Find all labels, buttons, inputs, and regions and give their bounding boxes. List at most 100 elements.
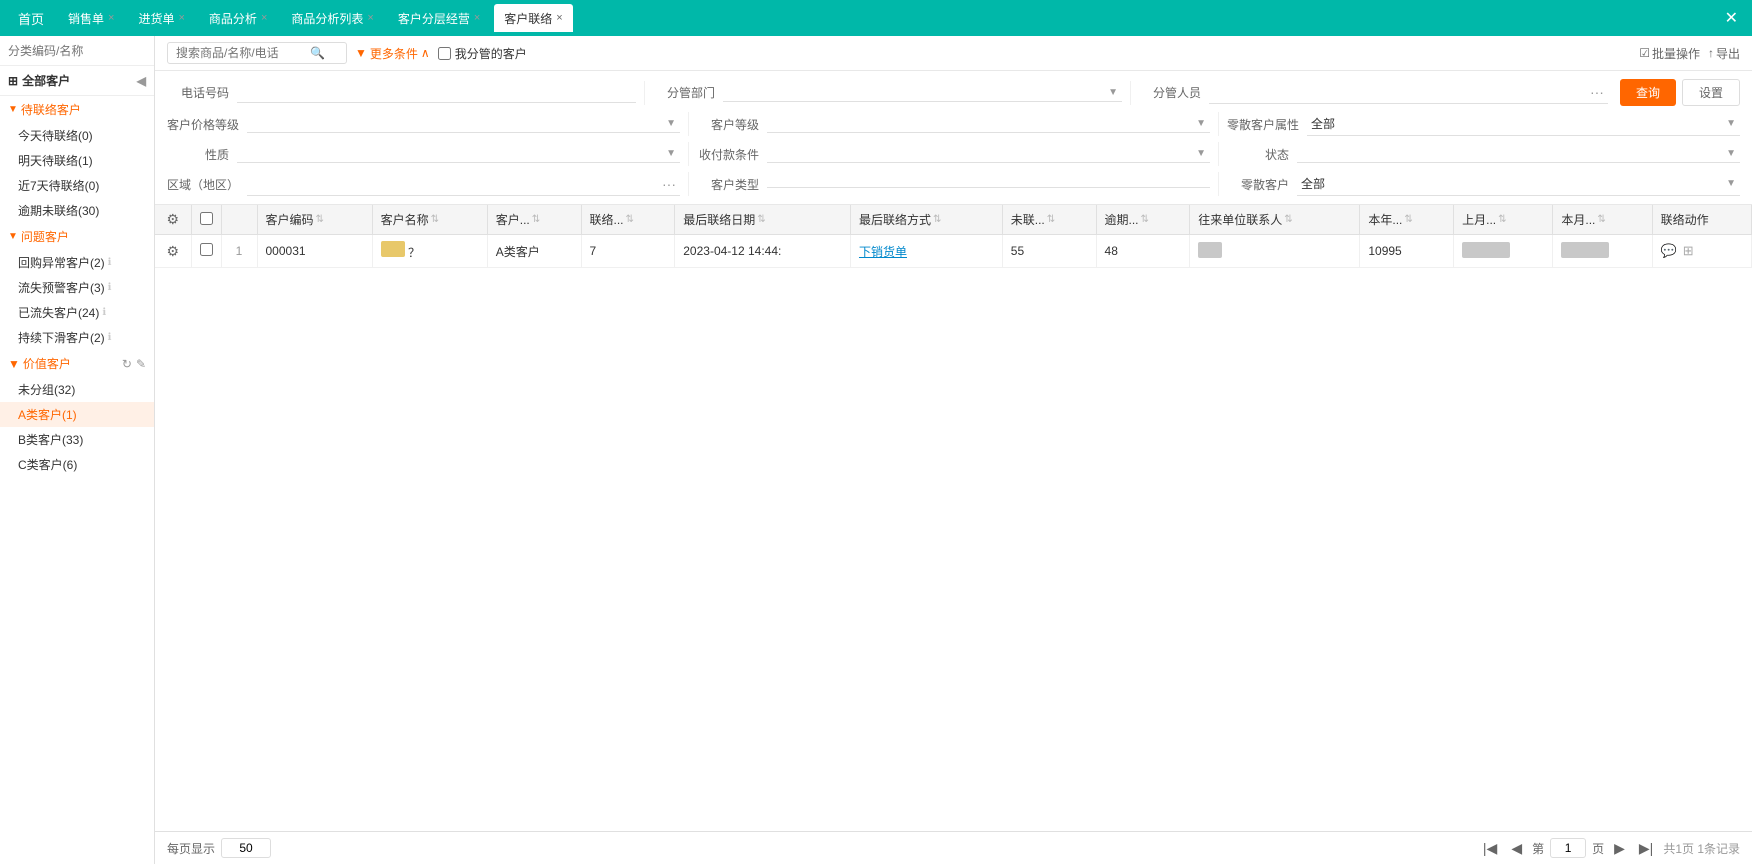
row-gear-icon[interactable]: ⚙ bbox=[166, 243, 179, 259]
row-checkbox[interactable] bbox=[200, 243, 213, 256]
overdue-sort-icon[interactable]: ⇅ bbox=[1141, 214, 1149, 225]
close-customer-tier-icon[interactable]: × bbox=[474, 12, 480, 24]
status-select[interactable]: ▼ bbox=[1297, 145, 1740, 163]
dept-select[interactable]: ▼ bbox=[723, 84, 1122, 102]
pay-cond-select[interactable]: ▼ bbox=[767, 145, 1210, 163]
sidebar-item-churned[interactable]: 已流失客户(24) ℹ bbox=[0, 300, 154, 325]
sidebar-search-input[interactable] bbox=[8, 44, 155, 58]
more-filters-btn[interactable]: ▼ 更多条件 ∧ bbox=[355, 45, 430, 62]
sidebar-item-class-c[interactable]: C类客户(6) bbox=[0, 452, 154, 477]
sidebar-item-churn-warning[interactable]: 流失预警客户(3) ℹ bbox=[0, 275, 154, 300]
region-select[interactable]: ··· bbox=[247, 173, 680, 196]
my-customers-checkbox-label[interactable]: 我分管的客户 bbox=[438, 45, 527, 62]
row-last-month-cell bbox=[1454, 235, 1553, 268]
last-month-color bbox=[1462, 242, 1510, 258]
last-method-link[interactable]: 下销货单 bbox=[859, 245, 907, 259]
close-customer-contact-icon[interactable]: × bbox=[556, 12, 562, 24]
nav-tab-salesorder[interactable]: 销售单 × bbox=[58, 4, 124, 32]
advanced-filter: 电话号码 分管部门 ▼ 分管人员 ··· bbox=[155, 71, 1752, 205]
row-no-contact-cell: 55 bbox=[1002, 235, 1096, 268]
unit-contact-sort-icon[interactable]: ⇅ bbox=[1284, 214, 1292, 225]
last-month-sort-icon[interactable]: ⇅ bbox=[1498, 214, 1506, 225]
row-contact-count-cell: 7 bbox=[581, 235, 675, 268]
last-method-sort-icon[interactable]: ⇅ bbox=[933, 214, 941, 225]
pay-cond-label: 收付款条件 bbox=[697, 146, 767, 163]
code-sort-icon[interactable]: ⇅ bbox=[316, 214, 324, 225]
my-customers-checkbox[interactable] bbox=[438, 47, 451, 60]
nature-select[interactable]: ▼ bbox=[237, 145, 680, 163]
dept-chevron-icon: ▼ bbox=[1108, 87, 1118, 98]
this-month-sort-icon[interactable]: ⇅ bbox=[1597, 214, 1605, 225]
sidebar-item-unclassified[interactable]: 未分组(32) bbox=[0, 377, 154, 402]
price-grade-select[interactable]: ▼ bbox=[247, 115, 680, 133]
nav-tab-analysis[interactable]: 商品分析 × bbox=[199, 4, 277, 32]
phone-input[interactable] bbox=[237, 82, 636, 103]
name-sort-icon[interactable]: ⇅ bbox=[431, 214, 439, 225]
main-search-icon[interactable]: 🔍 bbox=[310, 46, 325, 60]
col-header-last-month: 上月... ⇅ bbox=[1454, 205, 1553, 235]
select-all-checkbox[interactable] bbox=[200, 212, 213, 225]
nav-home[interactable]: 首页 bbox=[8, 9, 54, 28]
export-btn[interactable]: ↑ 导出 bbox=[1708, 45, 1740, 62]
retail-attr-label: 零散客户属性 bbox=[1227, 116, 1307, 133]
nav-tab-customer-contact[interactable]: 客户联络 × bbox=[494, 4, 572, 32]
retail-customer-select[interactable]: 全部 ▼ bbox=[1297, 172, 1740, 196]
page-size-input[interactable] bbox=[221, 838, 271, 858]
prev-page-btn[interactable]: ◀ bbox=[1507, 840, 1526, 857]
batch-op-btn[interactable]: ☑ 批量操作 bbox=[1639, 45, 1700, 62]
customer-color-block bbox=[381, 241, 405, 257]
sidebar-group-problem[interactable]: ▼ 问题客户 bbox=[0, 223, 154, 250]
sidebar-item-declining[interactable]: 持续下滑客户(2) ℹ bbox=[0, 325, 154, 350]
settings-btn[interactable]: 设置 bbox=[1682, 79, 1740, 106]
no-contact-sort-icon[interactable]: ⇅ bbox=[1047, 214, 1055, 225]
export-icon: ↑ bbox=[1708, 46, 1714, 60]
content-area: 🔍 ▼ 更多条件 ∧ 我分管的客户 ☑ 批量操作 ↑ 导出 bbox=[155, 36, 1752, 864]
sidebar-item-class-a[interactable]: A类客户(1) bbox=[0, 402, 154, 427]
more-arrow-icon: ∧ bbox=[421, 46, 430, 60]
sidebar-item-week[interactable]: 近7天待联络(0) bbox=[0, 173, 154, 198]
last-page-btn[interactable]: ▶| bbox=[1635, 840, 1657, 857]
sidebar-item-overdue[interactable]: 逾期未联络(30) bbox=[0, 198, 154, 223]
row-actions-cell: 💬 ⊞ bbox=[1652, 235, 1751, 268]
customer-grade-select[interactable]: ▼ bbox=[767, 115, 1210, 133]
close-purchase-icon[interactable]: × bbox=[178, 12, 184, 24]
nav-tab-analysis-list[interactable]: 商品分析列表 × bbox=[281, 4, 383, 32]
sidebar-item-class-b[interactable]: B类客户(33) bbox=[0, 427, 154, 452]
retail-attr-select[interactable]: 全部 ▼ bbox=[1307, 112, 1740, 136]
sidebar-item-today[interactable]: 今天待联络(0) bbox=[0, 123, 154, 148]
value-refresh-icon[interactable]: ↻ bbox=[122, 357, 132, 371]
sidebar-group-value[interactable]: ▼ 价值客户 ↻ ✎ bbox=[0, 350, 154, 377]
table-gear-icon[interactable]: ⚙ bbox=[166, 211, 179, 227]
staff-dots-icon[interactable]: ··· bbox=[1590, 84, 1604, 100]
sidebar-all-customers-label[interactable]: 全部客户 bbox=[22, 72, 70, 89]
row-unit-contact-cell bbox=[1190, 235, 1360, 268]
row-gear-cell: ⚙ bbox=[155, 235, 191, 268]
sidebar-group-pending[interactable]: ▼ 待联络客户 bbox=[0, 96, 154, 123]
close-salesorder-icon[interactable]: × bbox=[108, 12, 114, 24]
grid-action-icon[interactable]: ⊞ bbox=[1683, 243, 1694, 259]
current-page-input[interactable] bbox=[1550, 838, 1586, 858]
staff-select[interactable]: ··· bbox=[1209, 81, 1608, 104]
sidebar-item-repurchase-abnormal[interactable]: 回购异常客户(2) ℹ bbox=[0, 250, 154, 275]
query-btn[interactable]: 查询 bbox=[1620, 79, 1676, 106]
nav-tab-customer-tier[interactable]: 客户分层经营 × bbox=[388, 4, 490, 32]
sidebar-collapse-icon[interactable]: ◀ bbox=[137, 74, 146, 88]
first-page-btn[interactable]: |◀ bbox=[1479, 840, 1501, 857]
chat-action-icon[interactable]: 💬 bbox=[1661, 243, 1677, 259]
value-edit-icon[interactable]: ✎ bbox=[136, 357, 146, 371]
row-code-cell: 000031 bbox=[257, 235, 372, 268]
sidebar-item-tomorrow[interactable]: 明天待联络(1) bbox=[0, 148, 154, 173]
nav-tab-purchase[interactable]: 进货单 × bbox=[128, 4, 194, 32]
region-dots-icon[interactable]: ··· bbox=[662, 176, 676, 192]
dept-field: 分管部门 ▼ bbox=[653, 84, 1122, 102]
main-search-input[interactable] bbox=[176, 46, 306, 60]
close-analysis-icon[interactable]: × bbox=[261, 12, 267, 24]
this-year-sort-icon[interactable]: ⇅ bbox=[1404, 214, 1412, 225]
contact-count-sort-icon[interactable]: ⇅ bbox=[626, 214, 634, 225]
last-date-sort-icon[interactable]: ⇅ bbox=[757, 214, 765, 225]
next-page-btn[interactable]: ▶ bbox=[1610, 840, 1629, 857]
type-sort-icon[interactable]: ⇅ bbox=[532, 214, 540, 225]
window-close-button[interactable]: ✕ bbox=[1719, 8, 1744, 28]
customer-type-select[interactable] bbox=[767, 181, 1210, 188]
close-analysis-list-icon[interactable]: × bbox=[367, 12, 373, 24]
